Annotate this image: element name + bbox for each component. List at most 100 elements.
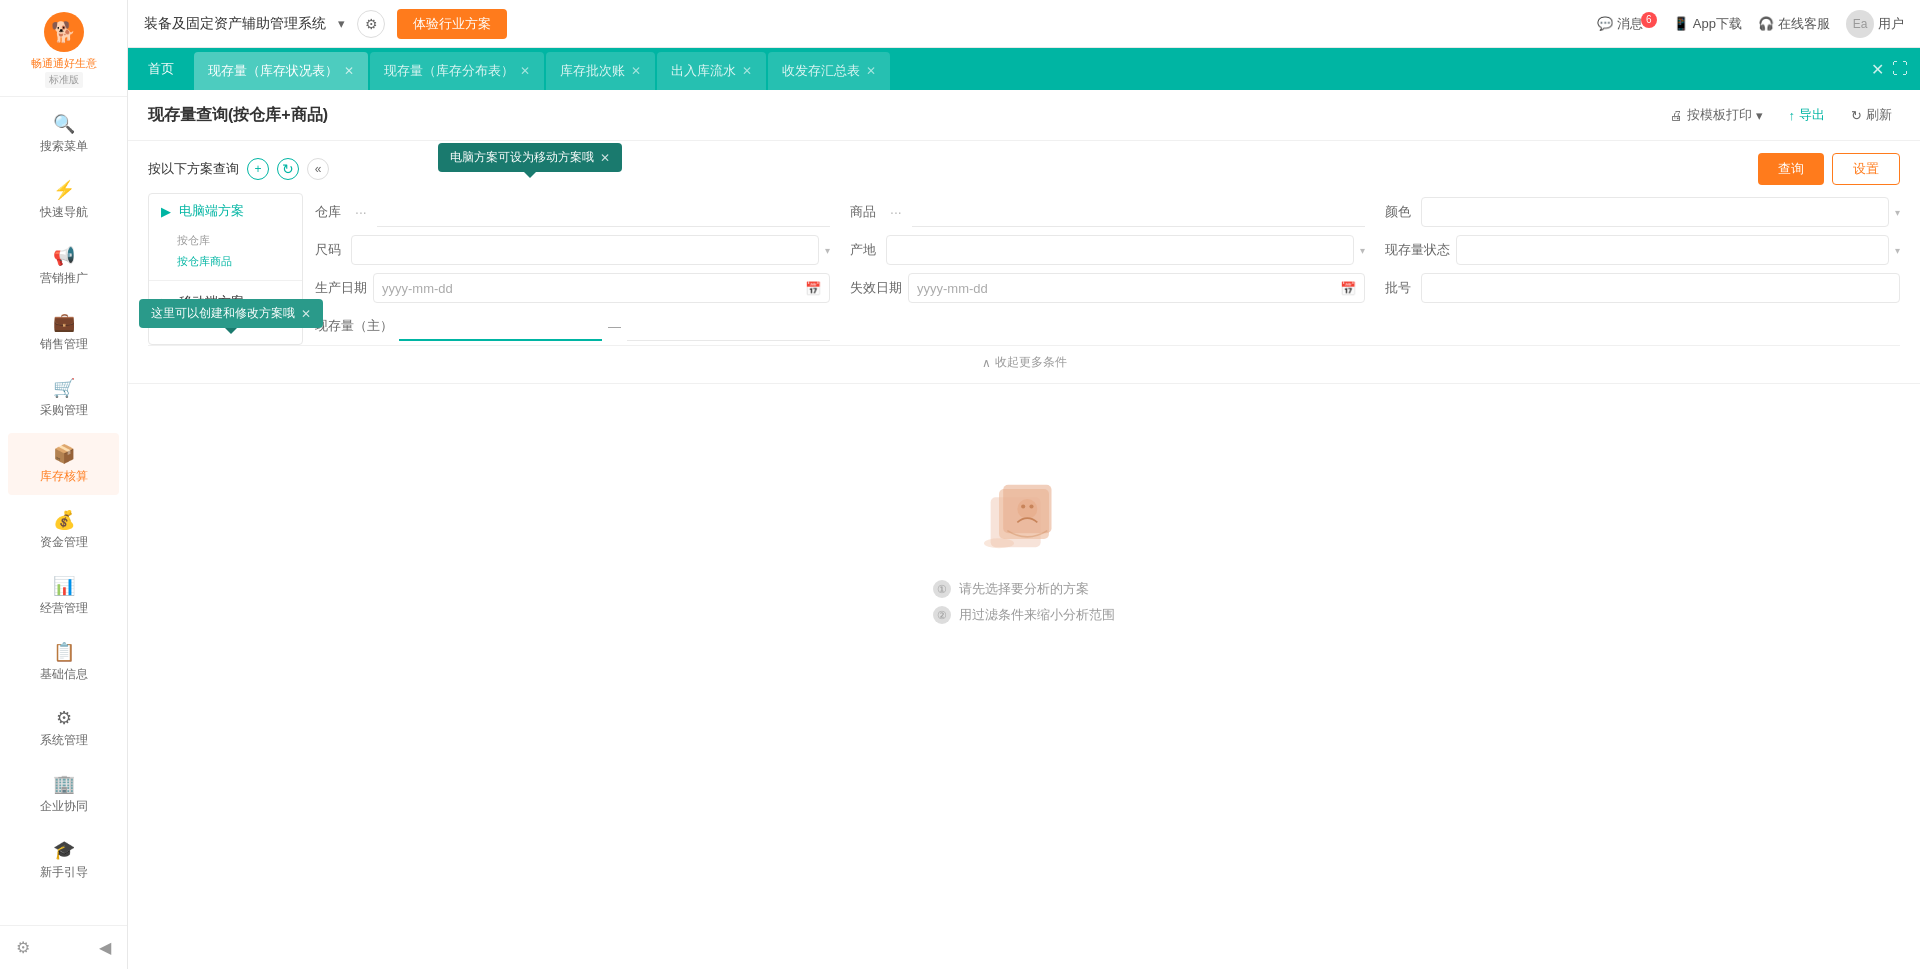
inventory-status-input[interactable] bbox=[1456, 235, 1889, 265]
sidebar-item-label: 库存核算 bbox=[40, 468, 88, 485]
filter-expiry-date: 失效日期 yyyy-mm-dd 📅 bbox=[850, 273, 1365, 303]
tooltip-scheme-close[interactable]: ✕ bbox=[600, 151, 610, 165]
sidebar-item-inventory[interactable]: 📦 库存核算 bbox=[8, 433, 119, 495]
tab-expand-icon[interactable]: ⛶ bbox=[1892, 60, 1908, 78]
refresh-btn[interactable]: ↻ 刷新 bbox=[1843, 102, 1900, 128]
hint-num-2: ② bbox=[933, 606, 951, 624]
online-service-item[interactable]: 🎧 在线客服 bbox=[1758, 15, 1830, 33]
template-print-label: 按模板打印 bbox=[1687, 106, 1752, 124]
scheme-sub-warehouse-goods[interactable]: 按仓库商品 bbox=[177, 251, 290, 272]
scheme-sub-warehouse[interactable]: 按仓库 bbox=[177, 230, 290, 251]
goods-dots[interactable]: ··· bbox=[886, 204, 906, 220]
warehouse-dots[interactable]: ··· bbox=[351, 204, 371, 220]
svg-point-6 bbox=[984, 538, 1014, 548]
notification-item[interactable]: 💬 消息 6 bbox=[1597, 15, 1657, 33]
tab-inventory-dist[interactable]: 现存量（库存分布表） ✕ bbox=[370, 52, 544, 90]
tab-inventory-dist-close[interactable]: ✕ bbox=[520, 64, 530, 78]
tab-summary[interactable]: 收发存汇总表 ✕ bbox=[768, 52, 890, 90]
refresh-icon: ↻ bbox=[1851, 108, 1862, 123]
back-scheme-btn[interactable]: « bbox=[307, 158, 329, 180]
edit-scheme-btn[interactable]: ↻ bbox=[277, 158, 299, 180]
export-btn[interactable]: ↑ 导出 bbox=[1781, 102, 1834, 128]
system-name: 装备及固定资产辅助管理系统 bbox=[144, 15, 326, 33]
quick-nav-icon: ⚡ bbox=[53, 179, 75, 201]
user-item[interactable]: Ea 用户 bbox=[1846, 10, 1904, 38]
filter-warehouse: 仓库 ··· bbox=[315, 197, 830, 227]
goods-input[interactable] bbox=[912, 197, 1365, 227]
footer-collapse-icon[interactable]: ◀ bbox=[99, 938, 111, 957]
empty-state: ① 请先选择要分析的方案 ② 用过滤条件来缩小分析范围 bbox=[128, 384, 1920, 704]
sidebar-item-label: 新手引导 bbox=[40, 864, 88, 881]
size-input[interactable] bbox=[351, 235, 819, 265]
finance-icon: 💰 bbox=[53, 509, 75, 531]
footer-settings-icon[interactable]: ⚙ bbox=[16, 938, 30, 957]
sidebar-item-finance[interactable]: 💰 资金管理 bbox=[8, 499, 119, 561]
inventory-main-to[interactable] bbox=[627, 311, 830, 341]
add-scheme-btn[interactable]: + bbox=[247, 158, 269, 180]
sidebar-logo: 🐕 畅通通好生意 标准版 bbox=[0, 0, 127, 97]
sidebar-item-enterprise[interactable]: 🏢 企业协同 bbox=[8, 763, 119, 825]
production-date-input[interactable]: yyyy-mm-dd 📅 bbox=[373, 273, 830, 303]
filter-production-date: 生产日期 yyyy-mm-dd 📅 bbox=[315, 273, 830, 303]
sidebar-item-quick-nav[interactable]: ⚡ 快速导航 bbox=[8, 169, 119, 231]
origin-input[interactable] bbox=[886, 235, 1354, 265]
settings-btn[interactable]: 设置 bbox=[1832, 153, 1900, 185]
tab-close-all-icon[interactable]: ✕ bbox=[1871, 60, 1884, 79]
sidebar-item-marketing[interactable]: 📢 营销推广 bbox=[8, 235, 119, 297]
scheme-desktop-label: 电脑端方案 bbox=[179, 202, 244, 220]
system-icon: ⚙ bbox=[56, 707, 72, 729]
batch-input[interactable] bbox=[1421, 273, 1900, 303]
refresh-label: 刷新 bbox=[1866, 106, 1892, 124]
notification-label: 消息 bbox=[1617, 15, 1643, 33]
size-arrow: ▾ bbox=[825, 245, 830, 256]
size-label: 尺码 bbox=[315, 241, 345, 259]
sidebar: 🐕 畅通通好生意 标准版 🔍 搜索菜单 ⚡ 快速导航 📢 营销推广 💼 销售管理… bbox=[0, 0, 128, 969]
empty-text: ① 请先选择要分析的方案 ② 用过滤条件来缩小分析范围 bbox=[933, 580, 1115, 624]
tab-inventory-status-close[interactable]: ✕ bbox=[344, 64, 354, 78]
logo-badge: 标准版 bbox=[45, 72, 83, 88]
sidebar-item-operation[interactable]: 📊 经营管理 bbox=[8, 565, 119, 627]
tab-batch-close[interactable]: ✕ bbox=[631, 64, 641, 78]
tab-inventory-status[interactable]: 现存量（库存状况表） ✕ bbox=[194, 52, 368, 90]
tab-inout[interactable]: 出入库流水 ✕ bbox=[657, 52, 766, 90]
filter-inventory-status: 现存量状态 ▾ bbox=[1385, 235, 1900, 265]
origin-label: 产地 bbox=[850, 241, 880, 259]
tab-summary-close[interactable]: ✕ bbox=[866, 64, 876, 78]
app-download-label: App下载 bbox=[1693, 15, 1742, 33]
sidebar-item-sales[interactable]: 💼 销售管理 bbox=[8, 301, 119, 363]
hint-text-1: 请先选择要分析的方案 bbox=[959, 580, 1089, 598]
filter-goods: 商品 ··· bbox=[850, 197, 1365, 227]
sidebar-item-system[interactable]: ⚙ 系统管理 bbox=[8, 697, 119, 759]
scheme-sub-items: 按仓库 按仓库商品 bbox=[149, 228, 302, 276]
sidebar-item-search[interactable]: 🔍 搜索菜单 bbox=[8, 103, 119, 165]
header-settings-icon[interactable]: ⚙ bbox=[357, 10, 385, 38]
filter-section: 按以下方案查询 + ↻ « 电脑方案可设为移动方案哦 ✕ 查询 设置 bbox=[128, 141, 1920, 383]
search-btn[interactable]: 查询 bbox=[1758, 153, 1824, 185]
template-print-btn[interactable]: 🖨 按模板打印 ▾ bbox=[1662, 102, 1771, 128]
page-title: 现存量查询(按仓库+商品) bbox=[148, 105, 328, 126]
color-input[interactable] bbox=[1421, 197, 1889, 227]
logo-text: 畅通通好生意 bbox=[31, 56, 97, 70]
sidebar-item-basic[interactable]: 📋 基础信息 bbox=[8, 631, 119, 693]
tooltip-create-close[interactable]: ✕ bbox=[301, 307, 311, 321]
tab-inout-close[interactable]: ✕ bbox=[742, 64, 752, 78]
scheme-desktop[interactable]: ▶ 电脑端方案 bbox=[149, 194, 302, 228]
hint-num-1: ① bbox=[933, 580, 951, 598]
expiry-date-input[interactable]: yyyy-mm-dd 📅 bbox=[908, 273, 1365, 303]
message-icon: 💬 bbox=[1597, 16, 1613, 31]
inventory-main-from[interactable] bbox=[399, 311, 602, 341]
industry-btn[interactable]: 体验行业方案 bbox=[397, 9, 507, 39]
sidebar-item-label: 快速导航 bbox=[40, 204, 88, 221]
tab-inventory-status-label: 现存量（库存状况表） bbox=[208, 62, 338, 80]
tooltip-scheme: 电脑方案可设为移动方案哦 ✕ bbox=[438, 143, 622, 172]
collapse-btn[interactable]: ∧ 收起更多条件 bbox=[982, 354, 1067, 371]
header-dropdown[interactable]: ▾ bbox=[338, 16, 345, 31]
filter-fields: 仓库 ··· 商品 ··· 颜色 bbox=[315, 193, 1900, 345]
warehouse-input[interactable] bbox=[377, 197, 830, 227]
sidebar-item-newbie[interactable]: 🎓 新手引导 bbox=[8, 829, 119, 891]
app-download-item[interactable]: 📱 App下载 bbox=[1673, 15, 1742, 33]
filter-top-bar: 按以下方案查询 + ↻ « 电脑方案可设为移动方案哦 ✕ 查询 设置 bbox=[148, 153, 1900, 185]
tab-batch[interactable]: 库存批次账 ✕ bbox=[546, 52, 655, 90]
sidebar-item-purchase[interactable]: 🛒 采购管理 bbox=[8, 367, 119, 429]
tab-home[interactable]: 首页 bbox=[128, 48, 194, 90]
